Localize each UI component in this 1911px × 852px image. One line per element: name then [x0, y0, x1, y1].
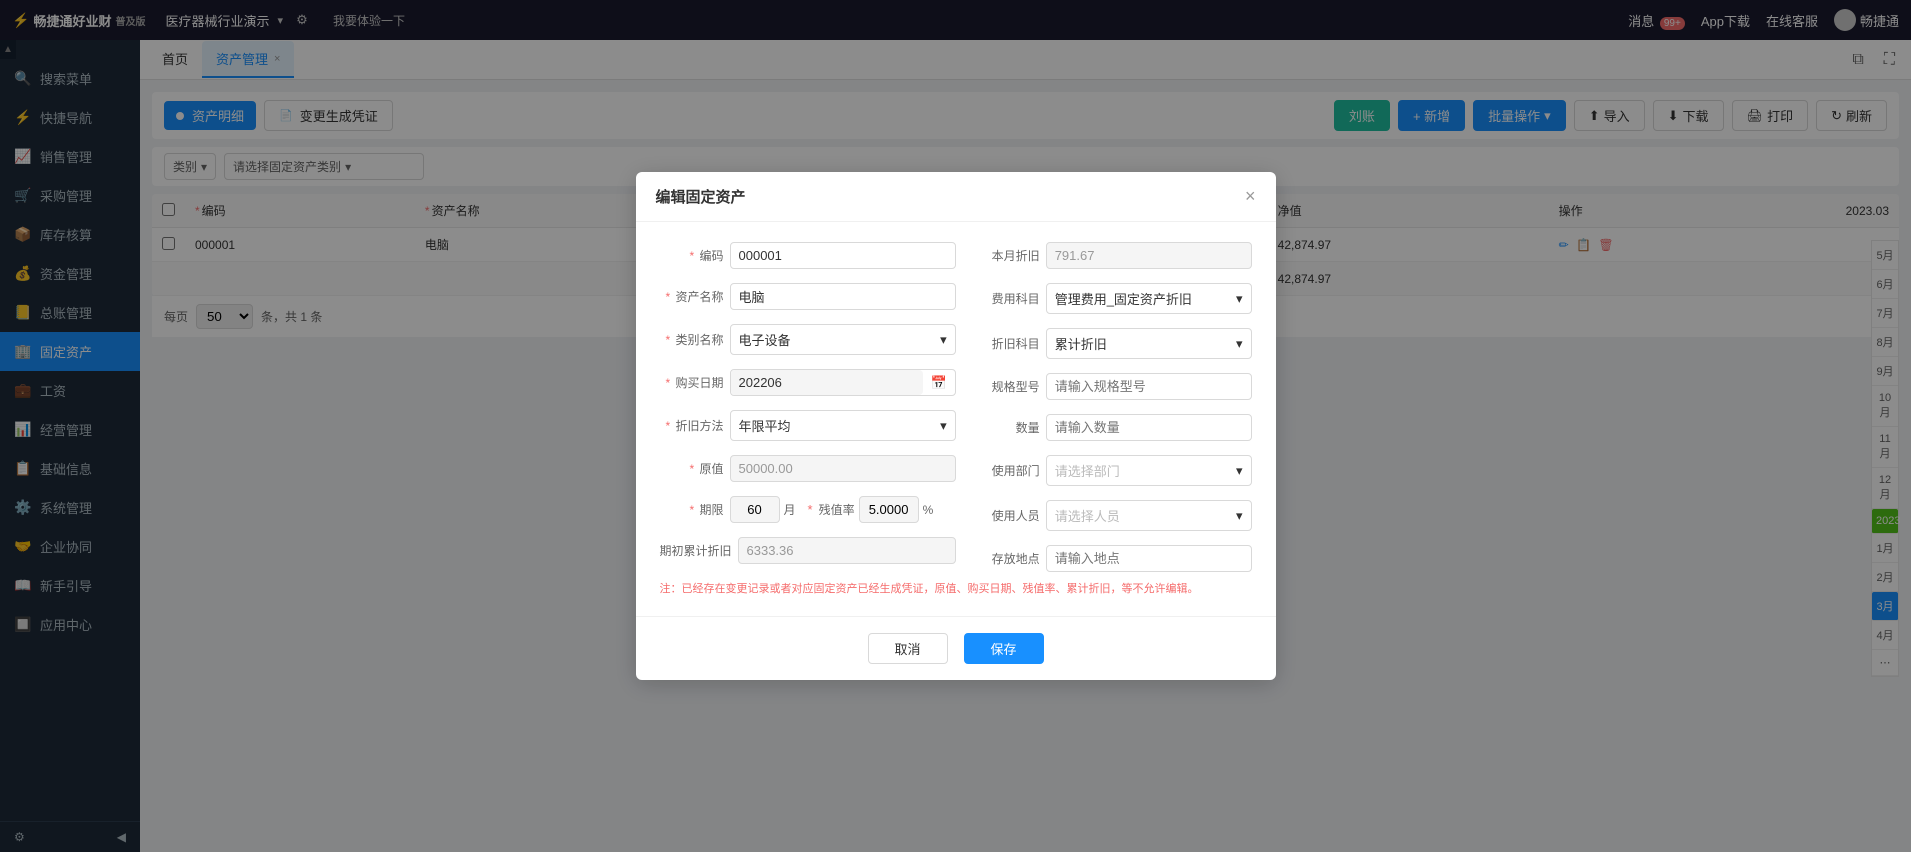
residual-rate-required: * [808, 502, 813, 517]
form-item-category: * 类别名称 电子设备 ▾ [660, 324, 956, 355]
location-input[interactable] [1046, 545, 1252, 572]
form-item-user: 使用人员 请选择人员 ▾ [976, 500, 1252, 531]
code-label: * 编码 [660, 247, 724, 264]
user-arrow: ▾ [1236, 508, 1243, 524]
depreciation-subject-select[interactable]: 累计折旧 ▾ [1046, 328, 1252, 359]
department-placeholder: 请选择部门 [1055, 461, 1120, 480]
monthly-depreciation-input [1046, 242, 1252, 269]
form-item-depreciation-subject: 折旧科目 累计折旧 ▾ [976, 328, 1252, 359]
form-item-asset-name: * 资产名称 [660, 283, 956, 310]
residual-rate-label-inline: 残值率 [819, 501, 855, 518]
depreciation-method-arrow: ▾ [940, 418, 947, 434]
date-picker-icon[interactable]: 📅 [923, 375, 955, 391]
quantity-label: 数量 [976, 419, 1040, 436]
initial-depreciation-input [738, 537, 956, 564]
monthly-depreciation-label: 本月折旧 [976, 247, 1040, 264]
form-item-period: * 期限 月 * 残值率 % [660, 496, 956, 523]
spec-input[interactable] [1046, 373, 1252, 400]
save-btn[interactable]: 保存 [964, 633, 1044, 664]
form-grid: * 编码 * 资产名称 * [660, 242, 1252, 572]
department-select[interactable]: 请选择部门 ▾ [1046, 455, 1252, 486]
period-input[interactable] [730, 496, 780, 523]
modal-header: 编辑固定资产 × [636, 172, 1276, 222]
user-select[interactable]: 请选择人员 ▾ [1046, 500, 1252, 531]
category-select-value: 电子设备 [739, 330, 791, 349]
original-value-input[interactable] [730, 455, 956, 482]
form-item-original-value: * 原值 [660, 455, 956, 482]
user-label-form: 使用人员 [976, 507, 1040, 524]
quantity-input[interactable] [1046, 414, 1252, 441]
right-col: 本月折旧 费用科目 管理费用_固定资产折旧 ▾ [976, 242, 1252, 572]
modal-note: 注：已经存在变更记录或者对应固定资产已经生成凭证，原值、购买日期、残值率、累计折… [660, 580, 1252, 596]
modal-overlay[interactable]: 编辑固定资产 × * 编码 * [0, 0, 1911, 852]
modal-close-btn[interactable]: × [1245, 186, 1256, 207]
code-input[interactable] [730, 242, 956, 269]
depreciation-subject-arrow: ▾ [1236, 336, 1243, 352]
left-col: * 编码 * 资产名称 * [660, 242, 956, 572]
form-item-code: * 编码 [660, 242, 956, 269]
purchase-date-input[interactable] [731, 370, 923, 395]
period-input-row: 月 * 残值率 % [730, 496, 956, 523]
form-item-location: 存放地点 [976, 545, 1252, 572]
modal-footer: 取消 保存 [636, 616, 1276, 680]
form-item-department: 使用部门 请选择部门 ▾ [976, 455, 1252, 486]
asset-name-input[interactable] [730, 283, 956, 310]
depreciation-method-select[interactable]: 年限平均 ▾ [730, 410, 956, 441]
category-select-modal[interactable]: 电子设备 ▾ [730, 324, 956, 355]
form-item-initial-depreciation: 期初累计折旧 [660, 537, 956, 564]
user-placeholder: 请选择人员 [1055, 506, 1120, 525]
date-input-wrap: 📅 [730, 369, 956, 396]
cancel-label: 取消 [894, 639, 920, 658]
expense-subject-select[interactable]: 管理费用_固定资产折旧 ▾ [1046, 283, 1252, 314]
purchase-date-label: * 购买日期 [660, 374, 724, 391]
department-arrow: ▾ [1236, 463, 1243, 479]
expense-subject-value: 管理费用_固定资产折旧 [1055, 289, 1192, 308]
form-item-monthly-depreciation: 本月折旧 [976, 242, 1252, 269]
period-label: * 期限 [660, 501, 724, 518]
modal-title: 编辑固定资产 [656, 186, 746, 207]
category-label-form: * 类别名称 [660, 331, 724, 348]
depreciation-subject-label: 折旧科目 [976, 335, 1040, 352]
form-item-quantity: 数量 [976, 414, 1252, 441]
cancel-btn[interactable]: 取消 [868, 633, 948, 664]
form-item-purchase-date: * 购买日期 📅 [660, 369, 956, 396]
initial-depreciation-label: 期初累计折旧 [660, 542, 732, 559]
form-item-expense-subject: 费用科目 管理费用_固定资产折旧 ▾ [976, 283, 1252, 314]
category-dropdown-icon-modal: ▾ [940, 332, 947, 348]
depreciation-subject-value: 累计折旧 [1055, 334, 1107, 353]
asset-name-label: * 资产名称 [660, 288, 724, 305]
original-value-label: * 原值 [660, 460, 724, 477]
department-label: 使用部门 [976, 462, 1040, 479]
form-item-spec: 规格型号 [976, 373, 1252, 400]
expense-subject-label: 费用科目 [976, 290, 1040, 307]
residual-rate-unit: % [923, 503, 934, 517]
edit-modal: 编辑固定资产 × * 编码 * [636, 172, 1276, 680]
residual-rate-input[interactable] [859, 496, 919, 523]
depreciation-method-value: 年限平均 [739, 416, 791, 435]
expense-subject-arrow: ▾ [1236, 291, 1243, 307]
period-unit: 月 [784, 501, 796, 518]
depreciation-method-label: * 折旧方法 [660, 417, 724, 434]
location-label: 存放地点 [976, 550, 1040, 567]
save-label: 保存 [990, 639, 1016, 658]
spec-label: 规格型号 [976, 378, 1040, 395]
modal-body: * 编码 * 资产名称 * [636, 222, 1276, 616]
form-item-depreciation-method: * 折旧方法 年限平均 ▾ [660, 410, 956, 441]
